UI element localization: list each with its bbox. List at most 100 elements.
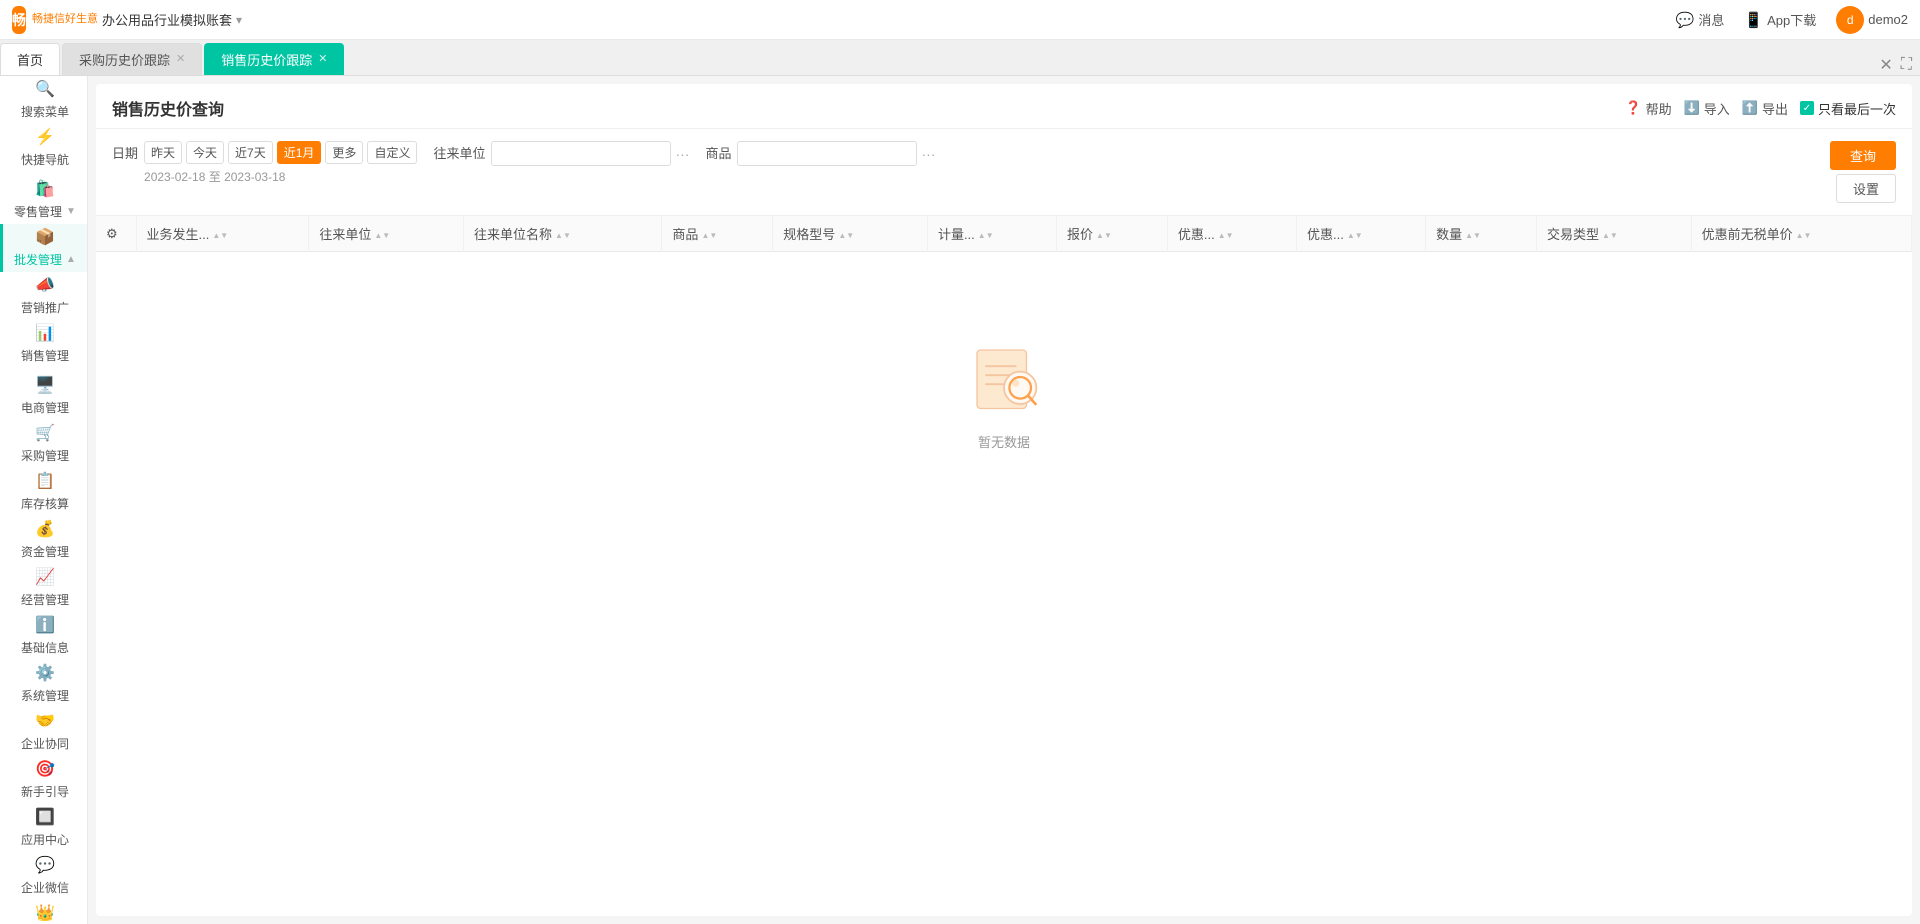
sidebar-item-inventory[interactable]: 📋 库存核算 bbox=[0, 468, 87, 516]
guide-icon: 🎯 bbox=[35, 759, 55, 781]
chevron-up-icon: ▲ bbox=[66, 253, 76, 267]
tabbar: 首页 采购历史价跟踪 ✕ 销售历史价跟踪 ✕ ✕ ⛶ bbox=[0, 40, 1920, 76]
col-partner-code[interactable]: 往来单位▲▼ bbox=[309, 216, 464, 252]
page-container: 销售历史价查询 ❓ 帮助 ⬇️ 导入 ⬆️ 导出 ✓ bbox=[96, 84, 1912, 916]
sidebar: 🔍 搜索菜单 ⚡ 快捷导航 🛍️ 零售管理 ▼ 📦 批发管理 ▲ 📣 营销推广 bbox=[0, 76, 88, 924]
message-btn[interactable]: 💬 消息 bbox=[1676, 10, 1725, 29]
product-dots-btn[interactable]: ··· bbox=[921, 146, 935, 162]
sidebar-search-label: 搜索菜单 bbox=[21, 104, 69, 121]
col-quoted-price[interactable]: 报价▲▼ bbox=[1057, 216, 1168, 252]
col-discount1[interactable]: 优惠...▲▼ bbox=[1167, 216, 1296, 252]
sort-icon-partner-name: ▲▼ bbox=[555, 231, 571, 240]
col-spec[interactable]: 规格型号▲▼ bbox=[773, 216, 928, 252]
partner-input[interactable] bbox=[491, 141, 671, 166]
sidebar-item-sales-mgmt[interactable]: 📊 销售管理 bbox=[0, 320, 87, 368]
col-discount2[interactable]: 优惠...▲▼ bbox=[1297, 216, 1426, 252]
sidebar-item-finance[interactable]: 💰 资金管理 bbox=[0, 516, 87, 564]
sidebar-item-member[interactable]: 👑 畅会员 bbox=[0, 900, 87, 924]
import-btn[interactable]: ⬇️ 导入 bbox=[1684, 99, 1730, 118]
export-btn[interactable]: ⬆️ 导出 bbox=[1742, 99, 1788, 118]
page-header: 销售历史价查询 ❓ 帮助 ⬇️ 导入 ⬆️ 导出 ✓ bbox=[96, 84, 1912, 129]
product-label: 商品 bbox=[705, 141, 731, 162]
tab-purchase-close[interactable]: ✕ bbox=[176, 54, 185, 65]
sidebar-retail-label: 零售管理 bbox=[14, 204, 62, 221]
sidebar-guide-label: 新手引导 bbox=[21, 784, 69, 801]
logo: 畅 畅捷信好生意 bbox=[12, 6, 92, 34]
sidebar-item-wholesale[interactable]: 📦 批发管理 ▲ bbox=[0, 224, 87, 272]
tab-home[interactable]: 首页 bbox=[0, 43, 60, 75]
col-product[interactable]: 商品▲▼ bbox=[662, 216, 773, 252]
sidebar-app-center-label: 应用中心 bbox=[21, 832, 69, 849]
gear-icon[interactable]: ⚙ bbox=[106, 226, 118, 241]
empty-state: 暂无数据 bbox=[96, 252, 1912, 531]
content-area: 销售历史价查询 ❓ 帮助 ⬇️ 导入 ⬆️ 导出 ✓ bbox=[88, 76, 1920, 924]
user-menu[interactable]: d demo2 bbox=[1836, 6, 1908, 34]
wholesale-icon: 📦 bbox=[35, 227, 55, 249]
sidebar-item-collab[interactable]: 🤝 企业协同 bbox=[0, 708, 87, 756]
table-header: ⚙ 业务发生...▲▼ 往来单位▲▼ 往来单位名称▲▼ bbox=[96, 216, 1912, 252]
query-button[interactable]: 查询 bbox=[1830, 141, 1896, 170]
last-once-checkbox[interactable]: ✓ bbox=[1800, 101, 1814, 115]
table-container: ⚙ 业务发生...▲▼ 往来单位▲▼ 往来单位名称▲▼ bbox=[96, 216, 1912, 916]
sort-icon-partner-code: ▲▼ bbox=[374, 231, 390, 240]
sidebar-item-operations[interactable]: 📈 经营管理 bbox=[0, 564, 87, 612]
sort-icon-unit: ▲▼ bbox=[978, 231, 994, 240]
search-icon: 🔍 bbox=[35, 79, 55, 101]
enterprise-wechat-icon: 💬 bbox=[35, 855, 55, 877]
date-btn-yesterday[interactable]: 昨天 bbox=[144, 141, 182, 164]
chevron-down-icon: ▾ bbox=[236, 13, 242, 27]
sidebar-item-basic-info[interactable]: ℹ️ 基础信息 bbox=[0, 612, 87, 660]
col-no-tax-price[interactable]: 优惠前无税单价▲▼ bbox=[1691, 216, 1911, 252]
col-unit[interactable]: 计量...▲▼ bbox=[927, 216, 1056, 252]
sidebar-item-marketing[interactable]: 📣 营销推广 bbox=[0, 272, 87, 320]
partner-filter-group: 往来单位 ··· bbox=[433, 141, 689, 166]
date-btn-today[interactable]: 今天 bbox=[186, 141, 224, 164]
empty-text: 暂无数据 bbox=[978, 432, 1030, 451]
app-center-icon: 🔲 bbox=[35, 807, 55, 829]
sidebar-item-enterprise-wechat[interactable]: 💬 企业微信 bbox=[0, 852, 87, 900]
sidebar-item-guide[interactable]: 🎯 新手引导 bbox=[0, 756, 87, 804]
date-options: 昨天 今天 近7天 近1月 更多 自定义 2023-02-18 至 2023-0… bbox=[144, 141, 417, 185]
partner-dots-btn[interactable]: ··· bbox=[675, 146, 689, 162]
sidebar-item-search[interactable]: 🔍 搜索菜单 bbox=[0, 76, 87, 124]
inventory-icon: 📋 bbox=[35, 471, 55, 493]
help-btn[interactable]: ❓ 帮助 bbox=[1625, 99, 1671, 118]
sidebar-item-retail[interactable]: 🛍️ 零售管理 ▼ bbox=[0, 176, 87, 224]
settings-button[interactable]: 设置 bbox=[1836, 174, 1896, 203]
sidebar-item-ecommerce[interactable]: 🖥️ 电商管理 bbox=[0, 372, 87, 420]
product-input[interactable] bbox=[737, 141, 917, 166]
col-trade-type[interactable]: 交易类型▲▼ bbox=[1536, 216, 1691, 252]
last-once-checkbox-group[interactable]: ✓ 只看最后一次 bbox=[1800, 99, 1896, 118]
import-label: 导入 bbox=[1704, 99, 1730, 118]
date-btn-7days[interactable]: 近7天 bbox=[228, 141, 273, 164]
tab-sales-close[interactable]: ✕ bbox=[318, 54, 327, 65]
date-btn-1month[interactable]: 近1月 bbox=[277, 141, 322, 164]
sidebar-item-purchase[interactable]: 🛒 采购管理 bbox=[0, 420, 87, 468]
sidebar-marketing-label: 营销推广 bbox=[21, 300, 69, 317]
sidebar-item-app-center[interactable]: 🔲 应用中心 bbox=[0, 804, 87, 852]
company-selector[interactable]: 办公用品行业模拟账套 ▾ bbox=[102, 10, 242, 29]
col-quantity[interactable]: 数量▲▼ bbox=[1426, 216, 1537, 252]
tab-sales-history[interactable]: 销售历史价跟踪 ✕ bbox=[204, 43, 344, 75]
sidebar-item-quick-nav[interactable]: ⚡ 快捷导航 bbox=[0, 124, 87, 172]
maximize-btn[interactable]: ⛶ bbox=[1901, 56, 1912, 74]
close-all-tabs-btn[interactable]: ✕ bbox=[1879, 55, 1892, 75]
sidebar-item-system[interactable]: ⚙️ 系统管理 bbox=[0, 660, 87, 708]
sort-icon-quoted-price: ▲▼ bbox=[1096, 231, 1112, 240]
col-biz-date[interactable]: 业务发生...▲▼ bbox=[136, 216, 309, 252]
username: demo2 bbox=[1868, 12, 1908, 27]
sort-icon-biz-date: ▲▼ bbox=[212, 231, 228, 240]
message-icon: 💬 bbox=[1676, 11, 1695, 29]
company-name: 办公用品行业模拟账套 bbox=[102, 10, 232, 29]
tab-purchase-history[interactable]: 采购历史价跟踪 ✕ bbox=[62, 43, 202, 75]
date-filter-group: 日期 昨天 今天 近7天 近1月 更多 自定义 2023-02-18 至 202… bbox=[112, 141, 417, 185]
sort-icon-discount1: ▲▼ bbox=[1218, 231, 1234, 240]
col-partner-name[interactable]: 往来单位名称▲▼ bbox=[464, 216, 662, 252]
col-gear[interactable]: ⚙ bbox=[96, 216, 136, 252]
system-icon: ⚙️ bbox=[35, 663, 55, 685]
date-btn-custom[interactable]: 自定义 bbox=[367, 141, 417, 164]
app-download-btn[interactable]: 📱 App下载 bbox=[1744, 10, 1816, 29]
basic-info-icon: ℹ️ bbox=[35, 615, 55, 637]
date-btn-more[interactable]: 更多 bbox=[325, 141, 363, 164]
logo-icon: 畅 bbox=[12, 6, 26, 34]
